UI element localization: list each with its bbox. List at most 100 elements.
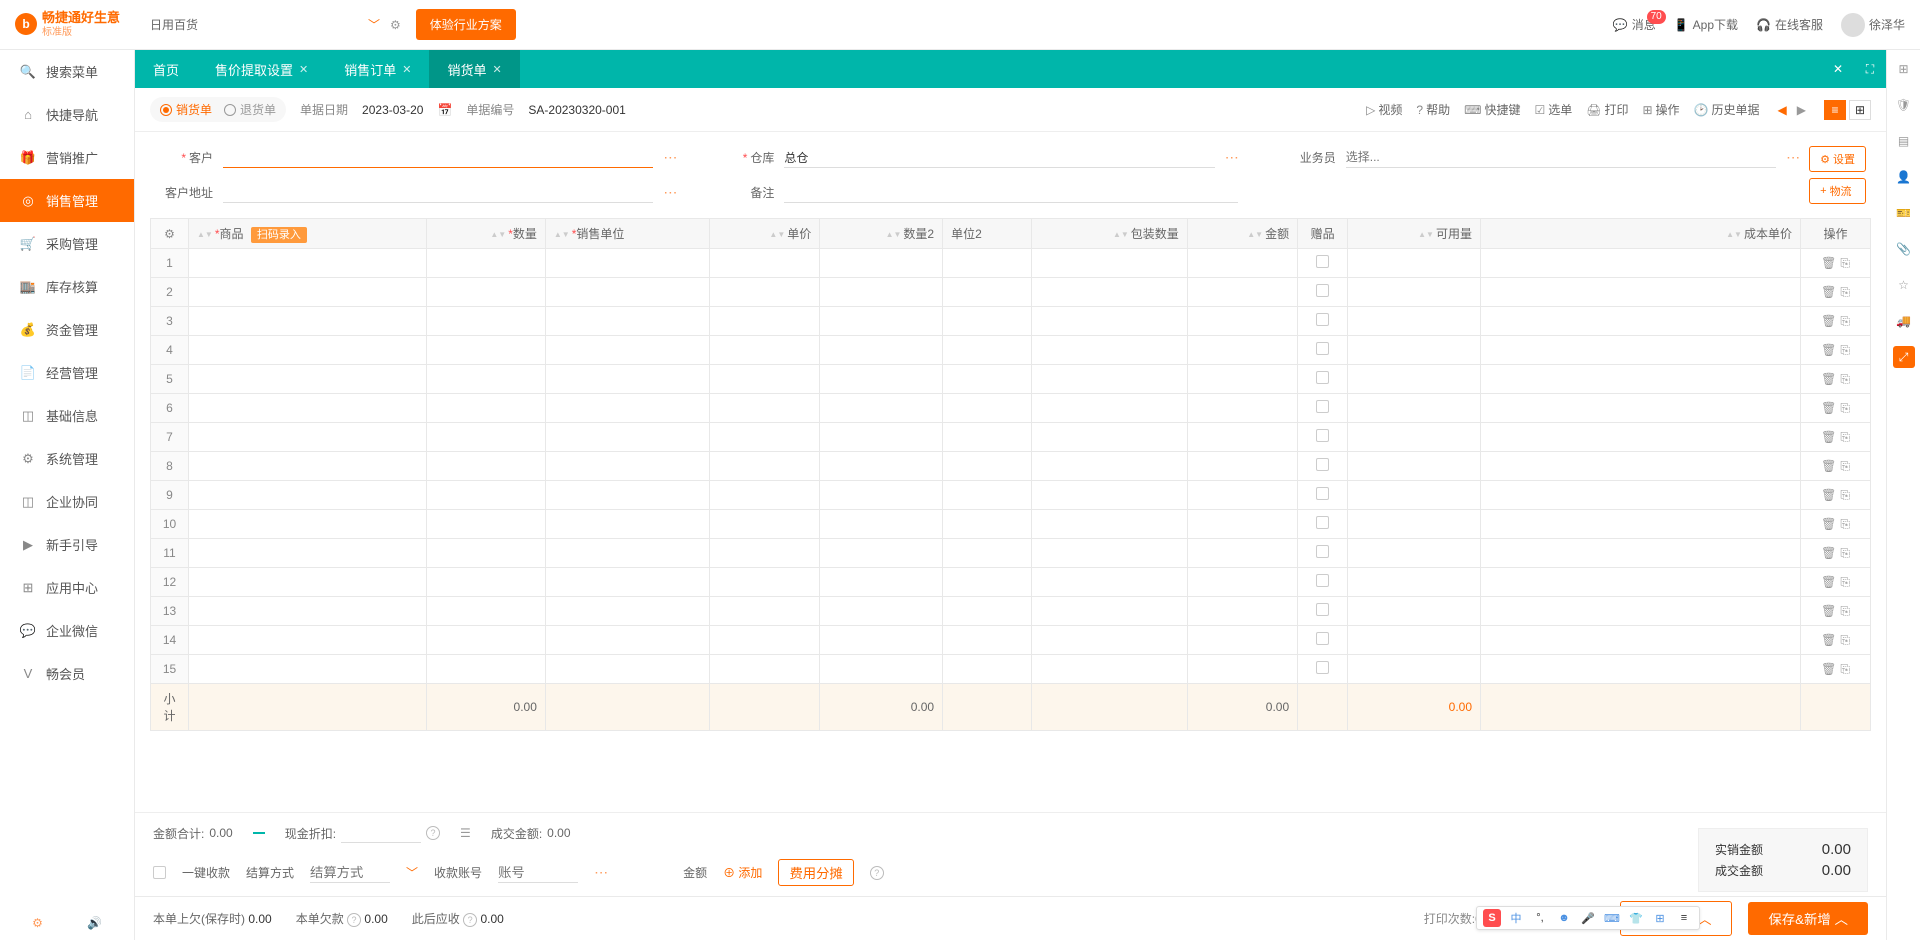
shortcut-button[interactable]: ⌨快捷键: [1464, 101, 1520, 118]
gift-checkbox[interactable]: [1316, 632, 1329, 645]
collapse-icon[interactable]: ⚙: [32, 916, 43, 930]
copy-icon[interactable]: ⎘: [1840, 430, 1850, 444]
delete-icon[interactable]: 🗑: [1821, 256, 1836, 270]
gift-checkbox[interactable]: [1316, 284, 1329, 297]
delete-icon[interactable]: 🗑: [1821, 372, 1836, 386]
gift-checkbox[interactable]: [1316, 574, 1329, 587]
radio-sales[interactable]: 销货单: [160, 101, 212, 118]
copy-icon[interactable]: ⎘: [1840, 575, 1850, 589]
copy-icon[interactable]: ⎘: [1840, 401, 1850, 415]
table-row[interactable]: 13 🗑⎘: [151, 597, 1871, 626]
warehouse-input[interactable]: [784, 147, 1214, 168]
table-row[interactable]: 2 🗑⎘: [151, 278, 1871, 307]
sidebar-item-marketing[interactable]: 🎁营销推广: [0, 136, 134, 179]
cash-discount-input[interactable]: [341, 823, 421, 843]
gift-checkbox[interactable]: [1316, 516, 1329, 529]
table-row[interactable]: 11 🗑⎘: [151, 539, 1871, 568]
sidebar-item-search[interactable]: 🔍搜索菜单: [0, 50, 134, 93]
col-amount[interactable]: ▲▼金额: [1187, 219, 1297, 249]
view-grid[interactable]: ⊞: [1849, 100, 1871, 120]
tab-sales-bill[interactable]: 销货单✕: [429, 50, 519, 88]
copy-icon[interactable]: ⎘: [1840, 372, 1850, 386]
copy-icon[interactable]: ⎘: [1840, 546, 1850, 560]
rail-icon-5[interactable]: 🎫: [1893, 202, 1915, 224]
copy-icon[interactable]: ⎘: [1840, 633, 1850, 647]
view-list[interactable]: ≡: [1824, 100, 1846, 120]
table-row[interactable]: 10 🗑⎘: [151, 510, 1871, 539]
tab-price-setting[interactable]: 售价提取设置✕: [197, 50, 326, 88]
gift-checkbox[interactable]: [1316, 545, 1329, 558]
table-row[interactable]: 6 🗑⎘: [151, 394, 1871, 423]
gear-icon[interactable]: ⚙: [390, 18, 401, 32]
info-icon[interactable]: ?: [347, 913, 361, 927]
col-product[interactable]: ▲▼*商品 扫码录入: [189, 219, 427, 249]
more-icon[interactable]: ⋯: [594, 864, 607, 881]
category-select[interactable]: 日用百货 ﹀: [150, 16, 380, 33]
col-sale-unit[interactable]: ▲▼*销售单位: [545, 219, 709, 249]
sidebar-item-inventory[interactable]: 🏬库存核算: [0, 265, 134, 308]
info-icon[interactable]: ?: [870, 866, 884, 880]
rail-icon-2[interactable]: 🛡: [1893, 94, 1915, 116]
table-row[interactable]: 1 🗑⎘: [151, 249, 1871, 278]
sidebar-item-basicinfo[interactable]: ◫基础信息: [0, 394, 134, 437]
radio-return[interactable]: 退货单: [224, 101, 276, 118]
copy-icon[interactable]: ⎘: [1840, 604, 1850, 618]
chevron-down-icon[interactable]: ﹀: [406, 864, 418, 881]
gift-checkbox[interactable]: [1316, 458, 1329, 471]
info-icon[interactable]: ?: [463, 913, 477, 927]
sidebar-item-operation[interactable]: 📄经营管理: [0, 351, 134, 394]
copy-icon[interactable]: ⎘: [1840, 662, 1850, 676]
delete-icon[interactable]: 🗑: [1821, 546, 1836, 560]
table-row[interactable]: 4 🗑⎘: [151, 336, 1871, 365]
user-menu[interactable]: 徐泽华: [1841, 13, 1905, 37]
online-service-button[interactable]: 🎧 在线客服: [1756, 16, 1823, 33]
rail-icon-1[interactable]: ⊞: [1893, 58, 1915, 80]
select-bill-button[interactable]: ☑选单: [1534, 101, 1572, 118]
table-row[interactable]: 15 🗑⎘: [151, 655, 1871, 684]
gift-checkbox[interactable]: [1316, 429, 1329, 442]
add-payment-button[interactable]: ⊕ 添加: [723, 864, 762, 881]
more-icon[interactable]: ⋯: [1225, 149, 1238, 166]
delete-icon[interactable]: 🗑: [1821, 314, 1836, 328]
info-icon[interactable]: ?: [426, 826, 440, 840]
account-input[interactable]: [498, 863, 578, 883]
date-value[interactable]: 2023-03-20: [362, 103, 423, 117]
delete-icon[interactable]: 🗑: [1821, 285, 1836, 299]
gift-checkbox[interactable]: [1316, 255, 1329, 268]
remark-input[interactable]: [784, 182, 1237, 203]
col-pack-qty[interactable]: ▲▼包装数量: [1032, 219, 1187, 249]
rail-icon-4[interactable]: 👤: [1893, 166, 1915, 188]
copy-icon[interactable]: ⎘: [1840, 256, 1850, 270]
delete-icon[interactable]: 🗑: [1821, 401, 1836, 415]
gift-checkbox[interactable]: [1316, 313, 1329, 326]
sidebar-item-appcenter[interactable]: ⊞应用中心: [0, 566, 134, 609]
rail-icon-expand[interactable]: ⤢: [1893, 346, 1915, 368]
col-gear[interactable]: ⚙: [151, 219, 189, 249]
delete-icon[interactable]: 🗑: [1821, 343, 1836, 357]
gift-checkbox[interactable]: [1316, 371, 1329, 384]
gift-checkbox[interactable]: [1316, 342, 1329, 355]
col-unit2[interactable]: 单位2: [943, 219, 1032, 249]
sidebar-item-system[interactable]: ⚙系统管理: [0, 437, 134, 480]
customer-input[interactable]: [223, 147, 653, 168]
tab-sales-order[interactable]: 销售订单✕: [326, 50, 429, 88]
tab-close-all[interactable]: ✕: [1822, 62, 1854, 76]
tab-fullscreen[interactable]: ⛶: [1854, 62, 1886, 77]
col-available[interactable]: ▲▼可用量: [1348, 219, 1481, 249]
sound-icon[interactable]: 🔊: [87, 916, 102, 930]
next-arrow[interactable]: ▶: [1793, 101, 1810, 119]
help-button[interactable]: ?帮助: [1416, 101, 1450, 118]
col-price[interactable]: ▲▼单价: [709, 219, 819, 249]
one-click-checkbox[interactable]: [153, 866, 166, 879]
copy-icon[interactable]: ⎘: [1840, 314, 1850, 328]
copy-icon[interactable]: ⎘: [1840, 488, 1850, 502]
gift-checkbox[interactable]: [1316, 487, 1329, 500]
copy-icon[interactable]: ⎘: [1840, 343, 1850, 357]
gift-checkbox[interactable]: [1316, 400, 1329, 413]
table-row[interactable]: 7 🗑⎘: [151, 423, 1871, 452]
rail-icon-8[interactable]: 🚚: [1893, 310, 1915, 332]
table-row[interactable]: 12 🗑⎘: [151, 568, 1871, 597]
sidebar-item-guide[interactable]: ▶新手引导: [0, 523, 134, 566]
col-qty2[interactable]: ▲▼数量2: [820, 219, 943, 249]
close-icon[interactable]: ✕: [402, 63, 411, 76]
